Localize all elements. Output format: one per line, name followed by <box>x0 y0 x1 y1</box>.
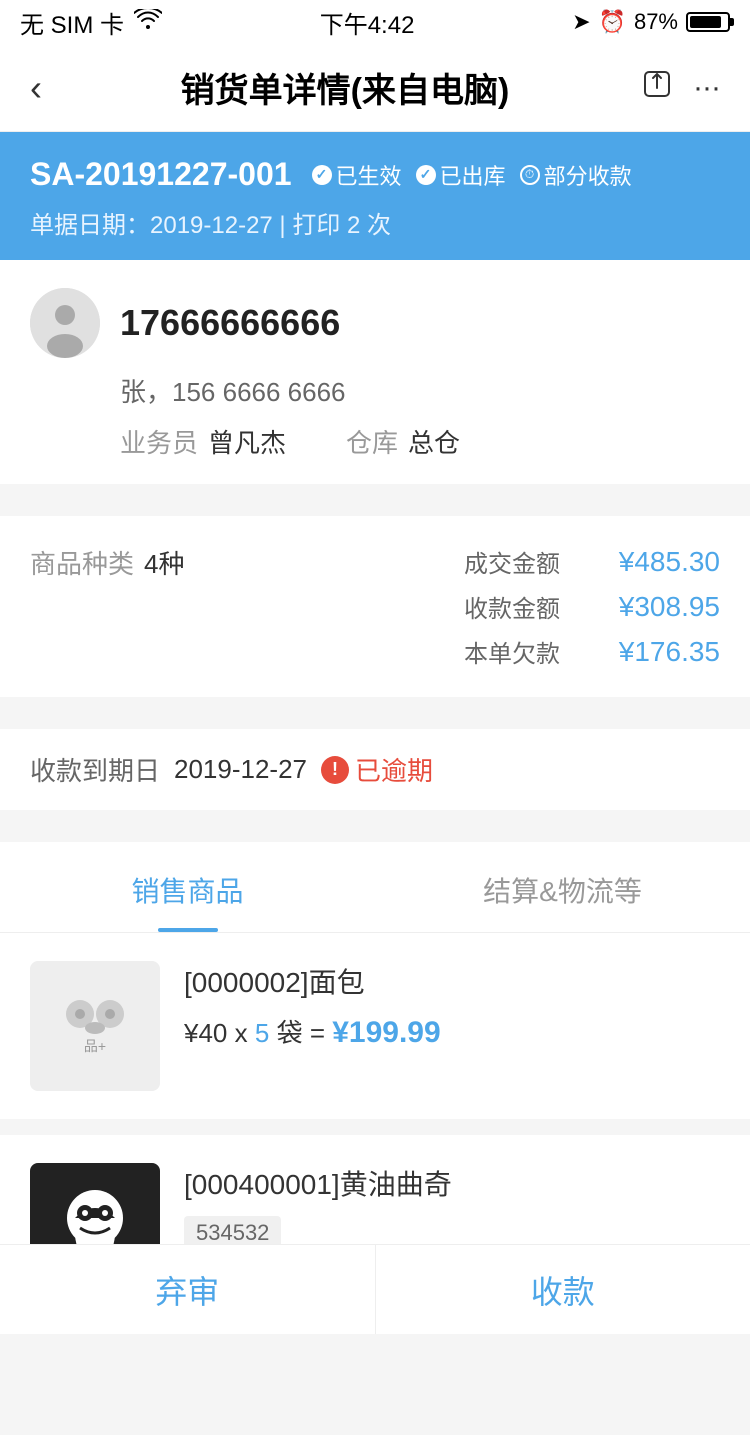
product-total-1: ¥199.99 <box>332 1016 440 1049</box>
salesperson-value: 曾凡杰 <box>208 423 286 460</box>
page-title: 销货单详情(来自电脑) <box>90 63 600 112</box>
customer-name: 17666666666 <box>120 302 340 344</box>
debt-label: 本单欠款 <box>464 634 560 669</box>
alarm-icon: ⏰ <box>599 9 626 35</box>
nav-actions: ··· <box>600 68 720 108</box>
status-tag-shipped: 已出库 <box>416 159 506 191</box>
status-right: ➤ ⏰ 87% <box>572 9 730 35</box>
location-icon: ➤ <box>572 9 590 35</box>
status-left: 无 SIM 卡 <box>20 5 162 40</box>
customer-avatar <box>30 288 100 358</box>
product-price-1: ¥40 <box>184 1018 227 1048</box>
status-bar: 无 SIM 卡 下午4:42 ➤ ⏰ 87% <box>0 0 750 44</box>
product-qty-1: 5 <box>255 1018 269 1048</box>
overdue-status-text: 已逾期 <box>355 751 433 788</box>
product-info-1: [0000002]面包 ¥40 x 5 袋 = ¥199.99 <box>184 961 720 1050</box>
divider-2 <box>0 713 750 729</box>
salesperson-label: 业务员 <box>120 423 198 460</box>
customer-contact: 张，156 6666 6666 <box>30 372 720 409</box>
cancel-button[interactable]: 弃审 <box>0 1245 376 1334</box>
battery-icon <box>686 12 730 32</box>
more-button[interactable]: ··· <box>693 71 720 105</box>
received-row: 收款金额 ¥308.95 <box>464 589 720 624</box>
order-date-line: 单据日期：2019-12-27 | 打印 2 次 <box>30 205 720 240</box>
deal-amount-row: 成交金额 ¥485.30 <box>464 544 720 579</box>
tab-products[interactable]: 销售商品 <box>0 842 375 932</box>
overdue-badge: ! 已逾期 <box>321 751 433 788</box>
salesperson-info: 业务员 曾凡杰 <box>120 423 286 460</box>
order-id: SA-20191227-001 <box>30 156 292 193</box>
bottom-bar: 弃审 收款 <box>0 1244 750 1334</box>
summary-section: 商品种类 4种 成交金额 ¥485.30 收款金额 ¥308.95 本单欠款 ¥… <box>0 516 750 697</box>
back-button[interactable]: ‹ <box>30 67 90 109</box>
divider-3 <box>0 826 750 842</box>
goods-type-label: 商品种类 <box>30 544 134 581</box>
overdue-section: 收款到期日 2019-12-27 ! 已逾期 <box>0 729 750 810</box>
order-header-top: SA-20191227-001 已生效 已出库 ⏱ 部分收款 <box>30 156 720 193</box>
product-image-1: 品+ <box>30 961 160 1091</box>
customer-top: 17666666666 <box>30 288 720 358</box>
goods-type-value: 4种 <box>144 544 184 581</box>
product-pricing-1: ¥40 x 5 袋 = ¥199.99 <box>184 1013 720 1050</box>
multiply-1: x <box>235 1018 255 1048</box>
product-name-2: [000400001]黄油曲奇 <box>184 1163 720 1203</box>
product-unit-1: 袋 <box>277 1018 303 1048</box>
wifi-icon <box>134 9 162 35</box>
overdue-date: 2019-12-27 <box>174 754 307 785</box>
warehouse-label: 仓库 <box>346 423 398 460</box>
product-image-placeholder-1: 品+ <box>30 961 160 1091</box>
debt-row: 本单欠款 ¥176.35 <box>464 634 720 669</box>
customer-meta: 业务员 曾凡杰 仓库 总仓 <box>30 423 720 460</box>
order-status-tags: 已生效 已出库 ⏱ 部分收款 <box>312 159 632 191</box>
product-item: 品+ [0000002]面包 ¥40 x 5 袋 = ¥199.99 <box>0 933 750 1119</box>
time-label: 下午4:42 <box>320 5 415 40</box>
svg-text:品+: 品+ <box>84 1038 106 1054</box>
confirm-button[interactable]: 收款 <box>376 1245 750 1334</box>
order-header: SA-20191227-001 已生效 已出库 ⏱ 部分收款 单据日期：2019… <box>0 132 750 260</box>
overdue-label: 收款到期日 <box>30 751 160 788</box>
summary-left: 商品种类 4种 <box>30 544 184 581</box>
clock-icon: ⏱ <box>520 165 540 185</box>
status-tag-active: 已生效 <box>312 159 402 191</box>
divider-1 <box>0 500 750 516</box>
equals-1: = <box>310 1018 332 1048</box>
carrier-label: 无 SIM 卡 <box>20 5 124 40</box>
status-tag-partial: ⏱ 部分收款 <box>520 159 632 191</box>
battery-label: 87% <box>634 9 678 35</box>
warehouse-info: 仓库 总仓 <box>346 423 460 460</box>
bottom-spacer <box>0 1345 750 1435</box>
received-value: ¥308.95 <box>580 591 720 623</box>
overdue-warning-icon: ! <box>321 756 349 784</box>
nav-bar: ‹ 销货单详情(来自电脑) ··· <box>0 44 750 132</box>
check-circle-1 <box>312 165 332 185</box>
deal-amount-label: 成交金额 <box>464 544 560 579</box>
share-button[interactable] <box>641 68 673 108</box>
summary-right: 成交金额 ¥485.30 收款金额 ¥308.95 本单欠款 ¥176.35 <box>464 544 720 669</box>
received-label: 收款金额 <box>464 589 560 624</box>
tabs-section: 销售商品 结算&物流等 <box>0 842 750 933</box>
customer-card: 17666666666 张，156 6666 6666 业务员 曾凡杰 仓库 总… <box>0 260 750 484</box>
warehouse-value: 总仓 <box>408 423 460 460</box>
tab-settlement[interactable]: 结算&物流等 <box>375 842 750 932</box>
deal-amount-value: ¥485.30 <box>580 546 720 578</box>
check-circle-2 <box>416 165 436 185</box>
product-name-1: [0000002]面包 <box>184 961 720 1001</box>
debt-value: ¥176.35 <box>580 636 720 668</box>
